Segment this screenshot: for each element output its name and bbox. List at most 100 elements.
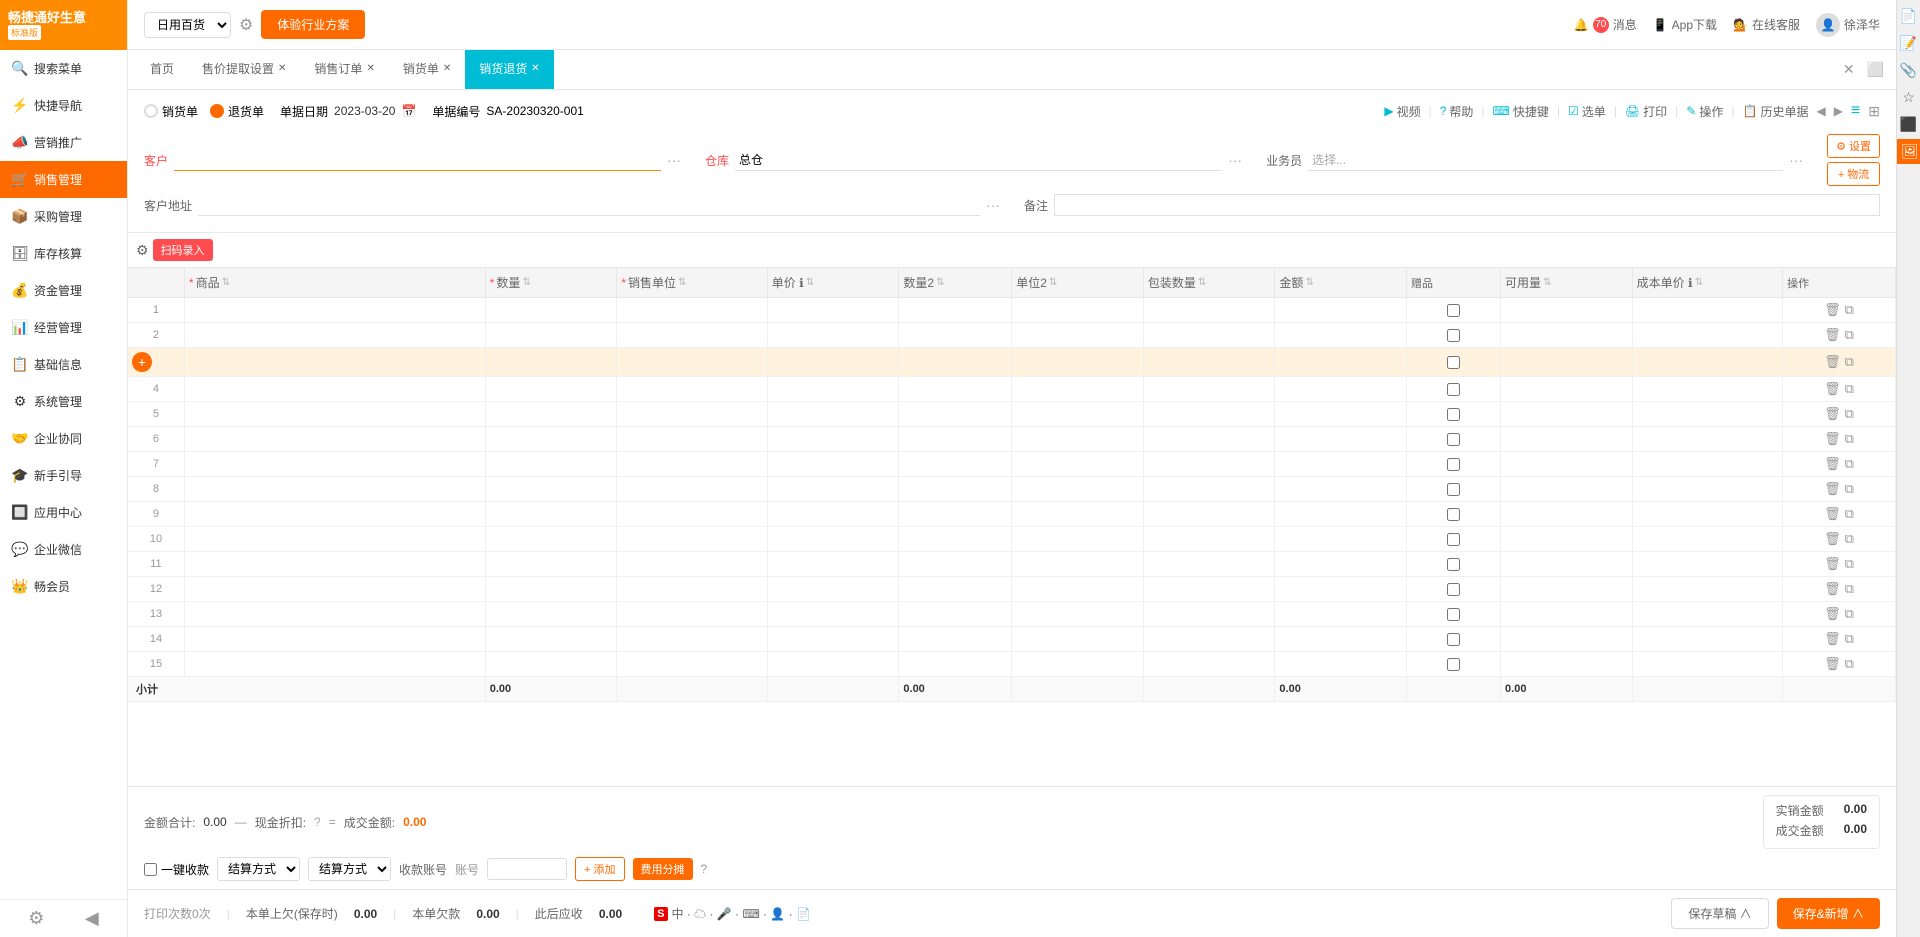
row-cost[interactable] xyxy=(1632,348,1782,377)
row-avail[interactable] xyxy=(1501,323,1633,348)
action-operate[interactable]: ✎ 操作 xyxy=(1686,103,1723,120)
delete-row-btn[interactable]: 🗑 xyxy=(1824,406,1841,422)
copy-row-btn[interactable]: ⧉ xyxy=(1845,606,1854,622)
sidebar-item-guide[interactable]: 🎓 新手引导 xyxy=(0,457,127,494)
note-input[interactable] xyxy=(1054,194,1880,216)
add-account-btn[interactable]: + 添加 xyxy=(575,857,624,881)
row-qty2[interactable] xyxy=(899,298,1012,323)
copy-row-btn[interactable]: ⧉ xyxy=(1845,506,1854,522)
product-input[interactable] xyxy=(189,355,481,369)
gift-checkbox[interactable] xyxy=(1447,304,1460,317)
radio-sale[interactable]: 销货单 xyxy=(144,103,198,120)
tab-sales-return-close[interactable]: ✕ xyxy=(531,63,539,74)
gear-icon[interactable]: ⚙ xyxy=(239,15,253,35)
sidebar-item-enterprise[interactable]: 🤝 企业协同 xyxy=(0,420,127,457)
row-pkg[interactable] xyxy=(1143,348,1275,377)
sidebar-item-shortcut[interactable]: ⚡ 快捷导航 xyxy=(0,87,127,124)
customer-more-btn[interactable]: ··· xyxy=(667,152,681,168)
gift-checkbox[interactable] xyxy=(1447,608,1460,621)
customer-addr-input[interactable] xyxy=(198,194,980,216)
gift-checkbox[interactable] xyxy=(1447,383,1460,396)
tab-price-setting-close[interactable]: ✕ xyxy=(278,63,286,74)
tab-home[interactable]: 首页 xyxy=(136,50,188,89)
sidebar-item-finance[interactable]: 💰 资金管理 xyxy=(0,272,127,309)
copy-row-btn[interactable]: ⧉ xyxy=(1845,581,1854,597)
right-panel-doc-icon[interactable]: 📄 xyxy=(1896,4,1920,29)
copy-row-btn[interactable]: ⧉ xyxy=(1845,531,1854,547)
delete-row-btn[interactable]: 🗑 xyxy=(1824,506,1841,522)
right-panel-attach-icon[interactable]: 📎 xyxy=(1896,58,1920,83)
row-avail[interactable] xyxy=(1501,298,1633,323)
experience-btn[interactable]: 体验行业方案 xyxy=(261,10,365,39)
notification-item[interactable]: 🔔 70 消息 xyxy=(1574,16,1637,33)
next-icon[interactable]: ▶ xyxy=(1834,104,1843,118)
setting-btn[interactable]: ⚙ 设置 xyxy=(1827,134,1880,158)
row-unit2[interactable] xyxy=(1012,298,1144,323)
row-amount[interactable] xyxy=(1275,323,1407,348)
delete-row-btn[interactable]: 🗑 xyxy=(1824,631,1841,647)
copy-row-btn[interactable]: ⧉ xyxy=(1845,406,1854,422)
gift-checkbox[interactable] xyxy=(1447,658,1460,671)
copy-row-btn[interactable]: ⧉ xyxy=(1845,381,1854,397)
gift-checkbox[interactable] xyxy=(1447,508,1460,521)
copy-row-btn[interactable]: ⧉ xyxy=(1845,302,1854,318)
salesman-more-btn[interactable]: ··· xyxy=(1789,152,1803,168)
fee-help-icon[interactable]: ? xyxy=(701,862,708,876)
action-history[interactable]: 📋 历史单据 xyxy=(1742,103,1808,120)
sidebar-item-inventory[interactable]: 🗄 库存核算 xyxy=(0,235,127,272)
gift-checkbox[interactable] xyxy=(1447,533,1460,546)
action-print[interactable]: 🖨 打印 xyxy=(1625,103,1667,120)
tab-sales-order[interactable]: 销售订单 ✕ xyxy=(300,50,388,89)
account-input[interactable] xyxy=(487,858,567,880)
table-gear-icon[interactable]: ⚙ xyxy=(136,242,149,259)
collapse-icon[interactable]: ◀ xyxy=(85,908,99,929)
row-pkg[interactable] xyxy=(1143,298,1275,323)
sidebar-item-wechat[interactable]: 💬 企业微信 xyxy=(0,531,127,568)
right-panel-edit-icon[interactable]: 📝 xyxy=(1896,31,1920,56)
industry-select[interactable]: 日用百货 xyxy=(144,12,231,38)
copy-row-btn[interactable]: ⧉ xyxy=(1845,656,1854,672)
action-select[interactable]: ☑ 选单 xyxy=(1568,103,1606,120)
copy-row-btn[interactable]: ⧉ xyxy=(1845,431,1854,447)
row-qty[interactable] xyxy=(485,298,617,323)
row-amount[interactable] xyxy=(1275,348,1407,377)
gift-checkbox[interactable] xyxy=(1447,483,1460,496)
row-price[interactable] xyxy=(767,323,899,348)
warehouse-more-btn[interactable]: ··· xyxy=(1228,152,1242,168)
app-download-item[interactable]: 📱 App下载 xyxy=(1653,16,1717,33)
delete-row-btn[interactable]: 🗑 xyxy=(1824,354,1841,370)
gift-checkbox[interactable] xyxy=(1447,329,1460,342)
delete-row-btn[interactable]: 🗑 xyxy=(1824,556,1841,572)
row-unit[interactable] xyxy=(617,298,767,323)
copy-row-btn[interactable]: ⧉ xyxy=(1845,556,1854,572)
row-product[interactable] xyxy=(184,348,485,377)
sidebar-item-system[interactable]: ⚙ 系统管理 xyxy=(0,383,127,420)
calc-select[interactable]: 结算方式 xyxy=(308,857,391,881)
delete-row-btn[interactable]: 🗑 xyxy=(1824,456,1841,472)
row-amount[interactable] xyxy=(1275,298,1407,323)
delete-row-btn[interactable]: 🗑 xyxy=(1824,302,1841,318)
delete-row-btn[interactable]: 🗑 xyxy=(1824,381,1841,397)
row-qty[interactable] xyxy=(485,323,617,348)
sidebar-item-marketing[interactable]: 📣 营销推广 xyxy=(0,124,127,161)
sidebar-item-member[interactable]: 👑 畅会员 xyxy=(0,568,127,605)
help-icon[interactable]: ? xyxy=(314,815,321,829)
row-product[interactable] xyxy=(184,298,485,323)
action-help[interactable]: ? 帮助 xyxy=(1440,103,1474,120)
user-item[interactable]: 👤 徐泽华 xyxy=(1816,13,1880,37)
row-gift[interactable] xyxy=(1407,298,1501,323)
row-unit[interactable] xyxy=(617,323,767,348)
tab-sales-close[interactable]: ✕ xyxy=(443,63,451,74)
row-qty[interactable] xyxy=(485,348,617,377)
row-price[interactable] xyxy=(767,298,899,323)
gift-checkbox[interactable] xyxy=(1447,356,1460,369)
copy-row-btn[interactable]: ⧉ xyxy=(1845,631,1854,647)
action-shortcut[interactable]: ⌨ 快捷键 xyxy=(1493,103,1549,120)
row-gift[interactable] xyxy=(1407,323,1501,348)
action-video[interactable]: ▶ 视频 xyxy=(1384,103,1420,120)
addr-more-btn[interactable]: ··· xyxy=(986,197,1000,213)
online-service-item[interactable]: 💁 在线客服 xyxy=(1733,16,1800,33)
tab-maximize-icon[interactable]: ⬜ xyxy=(1863,57,1888,82)
row-unit[interactable] xyxy=(617,348,767,377)
right-panel-block-icon[interactable]: ⬛ xyxy=(1896,112,1920,137)
